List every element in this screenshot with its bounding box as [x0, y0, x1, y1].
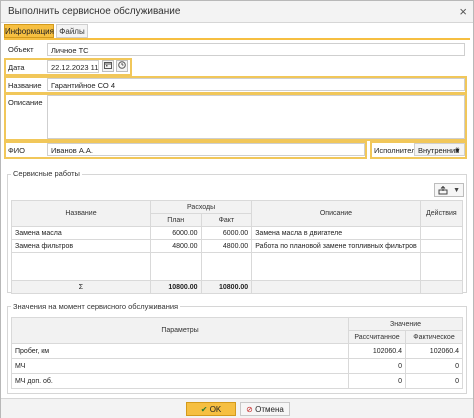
services-header-plan: План: [149, 213, 202, 227]
services-header-fact: Факт: [200, 213, 253, 227]
cancel-icon: ⊘: [246, 405, 253, 414]
date-label: Дата: [8, 63, 25, 72]
total-plan: 10800.00: [149, 280, 202, 294]
value-calculated: 102060.4: [348, 343, 407, 359]
value-actual[interactable]: 102060.4: [405, 343, 463, 359]
description-field[interactable]: [47, 95, 465, 139]
close-icon[interactable]: ×: [459, 4, 467, 19]
title-bar: Выполнить сервисное обслуживание ×: [1, 1, 473, 23]
date-field[interactable]: 22.12.2023 11:00: [47, 60, 99, 73]
sum-icon: Σ: [11, 280, 151, 294]
services-title: Сервисные работы: [11, 169, 82, 178]
cancel-button[interactable]: ⊘ Отмена: [240, 402, 290, 416]
services-header-name: Название: [11, 200, 151, 227]
service-plan: 4800.00: [149, 239, 202, 253]
ok-button[interactable]: ✔ OK: [186, 402, 236, 416]
tab-information[interactable]: Информация: [4, 24, 54, 38]
object-label: Объект: [8, 45, 34, 54]
calendar-icon[interactable]: [102, 60, 114, 72]
values-header-calculated: Рассчитанное: [348, 330, 407, 344]
executor-label: Исполнитель: [374, 146, 420, 155]
description-label: Описание: [8, 98, 43, 107]
values-table: Параметры Значение Рассчитанное Фактичес…: [10, 317, 463, 389]
value-actual[interactable]: 0: [405, 358, 463, 374]
value-param: МЧ доп. об.: [10, 373, 350, 389]
empty-row: [11, 252, 464, 281]
name-field[interactable]: Гарантийное СО 4: [47, 78, 465, 91]
table-row[interactable]: МЧ доп. об. 0 0: [10, 373, 463, 389]
tab-underline: [4, 38, 470, 40]
service-fact: 6000.00: [200, 226, 253, 240]
values-header-actual: Фактическое: [405, 330, 463, 344]
ok-label: OK: [209, 405, 222, 414]
values-header-params: Параметры: [10, 317, 350, 344]
services-header-expenses: Расходы: [149, 200, 253, 214]
services-table: Название Расходы Описание Действия План …: [11, 200, 464, 294]
value-actual[interactable]: 0: [405, 373, 463, 389]
dialog-window: Выполнить сервисное обслуживание × Инфор…: [0, 0, 474, 418]
export-button[interactable]: ▼: [434, 183, 464, 197]
service-fact: 4800.00: [200, 239, 253, 253]
service-name: Замена масла: [11, 226, 151, 240]
name-label: Название: [8, 81, 42, 90]
table-row[interactable]: Пробег, км 102060.4 102060.4: [10, 343, 463, 359]
executor-select[interactable]: Внутренний ▼: [414, 143, 465, 156]
value-param: Пробег, км: [10, 343, 350, 359]
service-actions[interactable]: [419, 239, 464, 253]
service-description: Замена масла в двигателе: [251, 226, 421, 240]
values-title: Значения на момент сервисного обслуживан…: [11, 302, 181, 311]
object-field[interactable]: Личное ТС: [47, 43, 465, 56]
tab-files[interactable]: Файлы: [56, 24, 88, 38]
service-description: Работа по плановой замене топливных филь…: [251, 239, 421, 253]
service-plan: 6000.00: [149, 226, 202, 240]
clock-icon[interactable]: [116, 60, 128, 72]
total-row: Σ 10800.00 10800.00: [11, 280, 464, 294]
check-icon: ✔: [200, 405, 208, 414]
values-header-value: Значение: [348, 317, 463, 331]
fio-label: ФИО: [8, 146, 25, 155]
value-param: МЧ: [10, 358, 350, 374]
value-calculated: 0: [348, 373, 407, 389]
chevron-down-icon: ▼: [453, 146, 461, 155]
value-calculated: 0: [348, 358, 407, 374]
table-row[interactable]: Замена масла 6000.00 6000.00 Замена масл…: [11, 226, 464, 240]
service-name: Замена фильтров: [11, 239, 151, 253]
cancel-label: Отмена: [255, 405, 284, 414]
total-fact: 10800.00: [200, 280, 253, 294]
table-row[interactable]: МЧ 0 0: [10, 358, 463, 374]
table-row[interactable]: Замена фильтров 4800.00 4800.00 Работа п…: [11, 239, 464, 253]
dialog-title: Выполнить сервисное обслуживание: [8, 6, 181, 17]
services-header-description: Описание: [251, 200, 421, 227]
services-header-actions: Действия: [419, 200, 464, 227]
dialog-footer: ✔ OK ⊘ Отмена: [1, 398, 473, 418]
fio-field[interactable]: Иванов А.А.: [47, 143, 365, 156]
chevron-down-icon: ▼: [453, 187, 460, 194]
service-actions[interactable]: [419, 226, 464, 240]
